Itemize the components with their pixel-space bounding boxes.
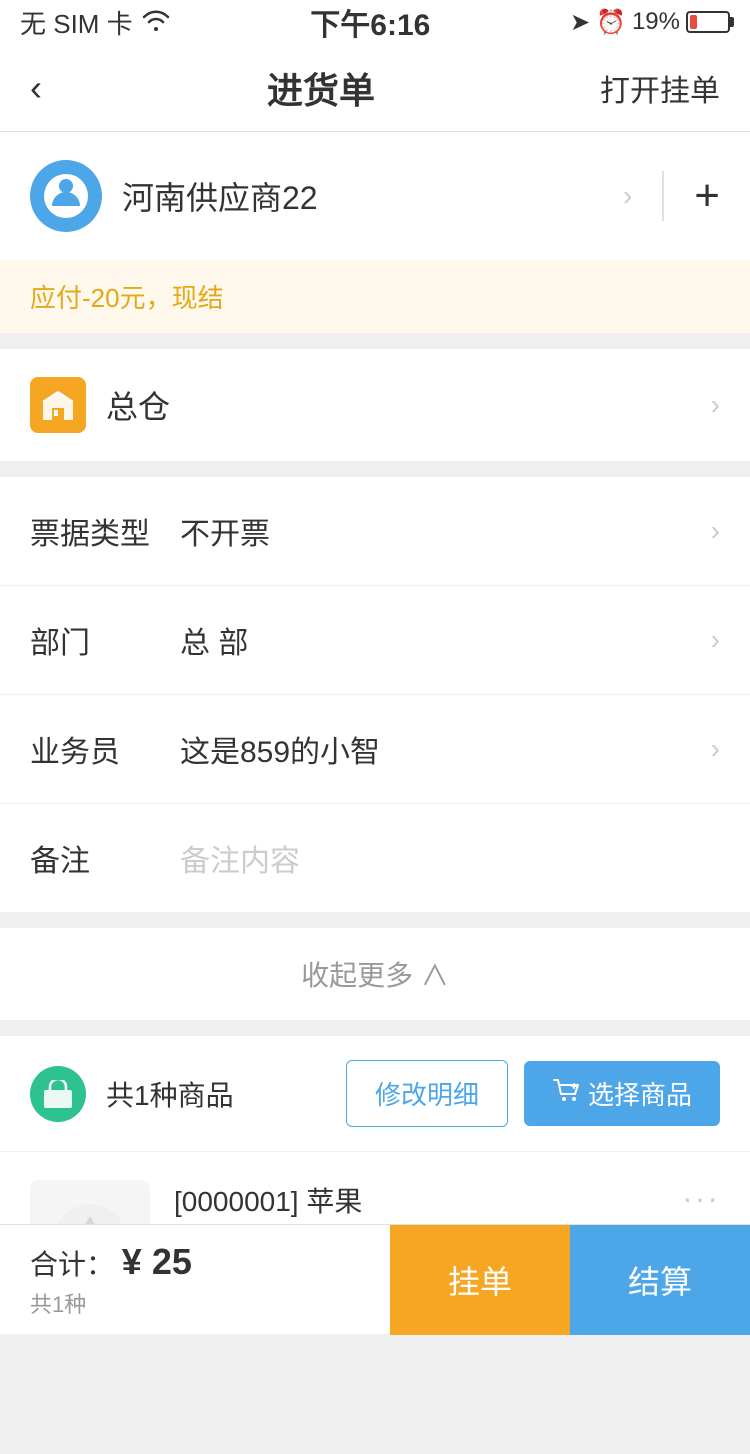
total-count: 共1种 (30, 1287, 360, 1319)
total-label: 合计： (30, 1249, 114, 1280)
back-button[interactable]: ‹ (30, 67, 42, 109)
product-icon (30, 1066, 86, 1122)
total-amount: ¥ 25 (122, 1241, 192, 1282)
status-right: ➤ ⏰ 19% (570, 8, 730, 37)
remark-label: 备注 (30, 836, 150, 880)
battery-percent: 19% (632, 8, 680, 36)
open-pending-button[interactable]: 打开挂单 (600, 66, 720, 110)
supplier-avatar (30, 160, 102, 232)
cart-icon (552, 1078, 580, 1109)
salesman-value: 这是859的小智 (150, 727, 711, 771)
add-supplier-button[interactable]: + (694, 171, 720, 221)
warehouse-row[interactable]: 总仓 › (0, 349, 750, 461)
battery-icon (686, 11, 730, 33)
hang-button[interactable]: 挂单 (390, 1225, 570, 1335)
invoice-label: 票据类型 (30, 509, 150, 553)
chevron-right-icon: › (623, 180, 632, 212)
supplier-section: 河南供应商22 › + 应付-20元，现结 (0, 132, 750, 333)
product-menu-button[interactable]: ··· (682, 1180, 720, 1217)
bottom-bar: 合计： ¥ 25 共1种 挂单 结算 (0, 1224, 750, 1334)
payment-notice: 应付-20元，现结 (0, 260, 750, 333)
dept-chevron-icon: › (711, 624, 720, 656)
status-time: 下午6:16 (310, 0, 430, 44)
wifi-icon (141, 7, 171, 38)
warehouse-section: 总仓 › (0, 349, 750, 461)
person-icon (50, 176, 82, 216)
remark-input[interactable]: 备注内容 (150, 836, 720, 880)
salesman-chevron-icon: › (711, 733, 720, 765)
total-section: 合计： ¥ 25 共1种 (0, 1241, 390, 1319)
collapse-label: 收起更多 ∧ (301, 954, 449, 994)
select-product-label: 选择商品 (588, 1075, 692, 1112)
product-code: [0000001] (174, 1186, 299, 1217)
dept-value: 总 部 (150, 618, 711, 662)
product-header: 共1种商品 修改明细 选择商品 (0, 1036, 750, 1151)
select-product-button[interactable]: 选择商品 (524, 1061, 720, 1126)
product-count: 共1种商品 (106, 1074, 346, 1114)
dept-row[interactable]: 部门 总 部 › (0, 585, 750, 694)
warehouse-chevron-icon: › (711, 389, 720, 421)
page-title: 进货单 (267, 62, 375, 114)
supplier-name: 河南供应商22 (122, 173, 623, 219)
nav-bar: ‹ 进货单 打开挂单 (0, 44, 750, 132)
total-row: 合计： ¥ 25 (30, 1241, 360, 1283)
dept-label: 部门 (30, 618, 150, 662)
collapse-row[interactable]: 收起更多 ∧ (0, 928, 750, 1020)
invoice-value: 不开票 (150, 509, 711, 553)
salesman-row[interactable]: 业务员 这是859的小智 › (0, 694, 750, 803)
remark-row[interactable]: 备注 备注内容 (0, 803, 750, 912)
form-section: 票据类型 不开票 › 部门 总 部 › 业务员 这是859的小智 › 备注 备注… (0, 477, 750, 912)
invoice-row[interactable]: 票据类型 不开票 › (0, 477, 750, 585)
supplier-row[interactable]: 河南供应商22 › + (0, 132, 750, 260)
edit-detail-button[interactable]: 修改明细 (346, 1060, 508, 1127)
supplier-divider (662, 171, 664, 221)
warehouse-icon (30, 377, 86, 433)
location-icon: ➤ (570, 8, 590, 37)
invoice-chevron-icon: › (711, 515, 720, 547)
checkout-button[interactable]: 结算 (570, 1225, 750, 1335)
status-carrier: 无 SIM 卡 (20, 4, 171, 41)
warehouse-name: 总仓 (106, 382, 711, 428)
status-bar: 无 SIM 卡 下午6:16 ➤ ⏰ 19% (0, 0, 750, 44)
product-name: [0000001] 苹果 (174, 1180, 658, 1220)
product-title: 苹果 (306, 1186, 362, 1217)
alarm-icon: ⏰ (596, 8, 626, 37)
salesman-label: 业务员 (30, 727, 150, 771)
